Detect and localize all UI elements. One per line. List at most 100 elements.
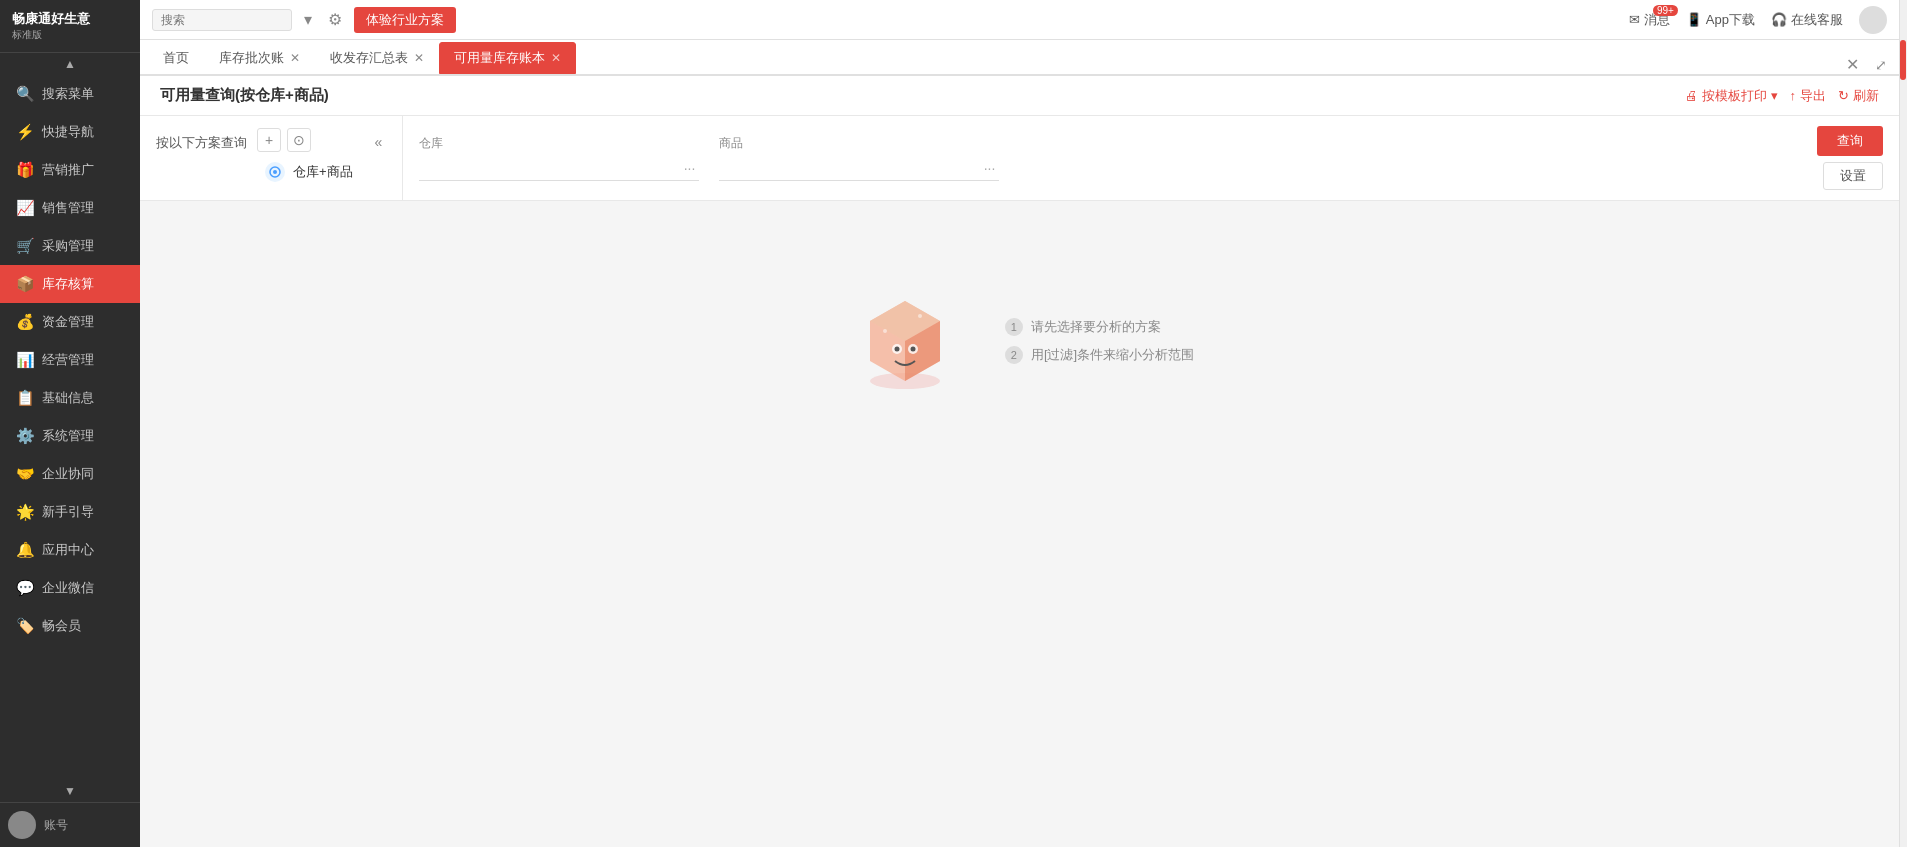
user-avatar[interactable] [1859,6,1887,34]
filter-settings-btn[interactable]: 设置 [1823,162,1883,190]
tab-receipt-summary[interactable]: 收发存汇总表 ✕ [315,42,439,74]
sidebar-item-sales[interactable]: 📈销售管理 [0,189,140,227]
empty-tip-1: 1 请先选择要分析的方案 [1005,318,1194,336]
tab-batch-ledger-close[interactable]: ✕ [290,52,300,64]
sidebar-item-inventory[interactable]: 📦库存核算 [0,265,140,303]
scheme-settings-btn[interactable]: ⊙ [287,128,311,152]
sidebar-label-finance: 资金管理 [42,313,94,331]
main-area: ▾ ⚙ 体验行业方案 ✉ 消息 99+ 📱 App下载 🎧 在线客服 首页 [140,0,1899,847]
sidebar-item-appstore[interactable]: 🔔应用中心 [0,531,140,569]
tabbar-close-all-btn[interactable]: ✕ [1842,55,1863,74]
empty-content: 1 请先选择要分析的方案 2 用[过滤]条件来缩小分析范围 [845,281,1194,401]
sidebar-item-system[interactable]: ⚙️系统管理 [0,417,140,455]
tab-receipt-summary-label: 收发存汇总表 [330,49,408,67]
tab-batch-ledger[interactable]: 库存批次账 ✕ [204,42,315,74]
empty-tip-2: 2 用[过滤]条件来缩小分析范围 [1005,346,1194,364]
print-btn[interactable]: 🖨 按模板打印 ▾ [1685,87,1778,105]
sidebar-item-member[interactable]: 🏷️畅会员 [0,607,140,645]
sidebar-footer-label: 账号 [44,817,68,834]
tab-home-label: 首页 [163,49,189,67]
headset-icon: 🎧 [1771,12,1787,27]
sidebar-item-wechat[interactable]: 💬企业微信 [0,569,140,607]
sidebar-item-shortcut[interactable]: ⚡ 快捷导航 [0,113,140,151]
sidebar-item-newbie[interactable]: 🌟新手引导 [0,493,140,531]
sidebar-label-member: 畅会员 [42,617,81,635]
sidebar-footer[interactable]: 账号 [0,802,140,847]
sidebar-icon-base: 📋 [16,389,34,407]
sidebar-item-search[interactable]: 🔍搜索菜单 [0,75,140,113]
tip-text-1: 请先选择要分析的方案 [1031,318,1161,336]
sidebar-item-finance[interactable]: 💰资金管理 [0,303,140,341]
brand-tag: 标准版 [12,28,128,42]
product-more-btn[interactable]: ··· [980,160,1000,176]
sidebar-icon-shortcut: ⚡ [16,123,34,141]
query-btn[interactable]: 查询 [1817,126,1883,156]
messages-btn[interactable]: ✉ 消息 99+ [1629,11,1670,29]
svg-point-11 [918,314,922,318]
tabbar: 首页 库存批次账 ✕ 收发存汇总表 ✕ 可用量库存账本 ✕ ✕ ⤢ [140,40,1899,76]
refresh-btn[interactable]: ↻ 刷新 [1838,87,1879,105]
messages-badge: 99+ [1653,5,1678,16]
sidebar-scroll-down[interactable]: ▼ [0,780,140,802]
export-btn[interactable]: ↑ 导出 [1790,87,1827,105]
tab-home[interactable]: 首页 [148,42,204,74]
brand-name: 畅康通好生意 [12,10,128,28]
filter-fields-area: 仓库 ··· 商品 ··· 查询 [403,116,1899,200]
sidebar-item-base[interactable]: 📋基础信息 [0,379,140,417]
sidebar-label-search: 搜索菜单 [42,85,94,103]
export-icon: ↑ [1790,88,1797,103]
warehouse-more-btn[interactable]: ··· [680,160,700,176]
print-label: 按模板打印 [1702,87,1767,105]
tabbar-expand-btn[interactable]: ⤢ [1871,57,1891,73]
scheme-add-btn[interactable]: + [257,128,281,152]
sidebar-label-operation: 经营管理 [42,351,94,369]
scheme-icon [265,162,285,182]
sidebar-scroll-up[interactable]: ▲ [0,53,140,75]
page-actions: 🖨 按模板打印 ▾ ↑ 导出 ↻ 刷新 [1685,87,1880,105]
sidebar-avatar [8,811,36,839]
product-input[interactable] [719,161,975,176]
empty-illustration [845,281,965,401]
topbar-search-input[interactable] [152,9,292,31]
scheme-label: 仓库+商品 [293,163,353,181]
product-field-label: 商品 [719,135,999,152]
warehouse-filter-field: 仓库 ··· [419,135,699,181]
scheme-warehouse-product[interactable]: 仓库+商品 [257,158,361,186]
online-service-btn[interactable]: 🎧 在线客服 [1771,11,1843,29]
sidebar-icon-operation: 📊 [16,351,34,369]
empty-state: 1 请先选择要分析的方案 2 用[过滤]条件来缩小分析范围 [140,201,1899,481]
print-dropdown-icon: ▾ [1771,88,1778,103]
product-filter-field: 商品 ··· [719,135,999,181]
warehouse-input-row: ··· [419,156,699,181]
tip-num-2: 2 [1005,346,1023,364]
phone-icon: 📱 [1686,12,1702,27]
sidebar-label-shortcut: 快捷导航 [42,123,94,141]
tab-receipt-summary-close[interactable]: ✕ [414,52,424,64]
sidebar-header: 畅康通好生意 标准版 [0,0,140,53]
tab-available-ledger-close[interactable]: ✕ [551,52,561,64]
sidebar-label-newbie: 新手引导 [42,503,94,521]
sidebar-label-system: 系统管理 [42,427,94,445]
topbar-settings-btn[interactable]: ⚙ [324,8,346,31]
tip-num-1: 1 [1005,318,1023,336]
industry-btn[interactable]: 体验行业方案 [354,7,456,33]
sidebar-item-operation[interactable]: 📊 经营管理 [0,341,140,379]
collapse-panel-btn[interactable]: « [371,130,387,154]
sidebar-label-purchase: 采购管理 [42,237,94,255]
filter-scheme-panel: 按以下方案查询 + ⊙ 仓库+商品 « [140,116,403,200]
sidebar-item-enterprise[interactable]: 🤝企业协同 [0,455,140,493]
page-header: 可用量查询(按仓库+商品) 🖨 按模板打印 ▾ ↑ 导出 ↻ 刷新 [140,76,1899,116]
print-icon: 🖨 [1685,88,1698,103]
right-scrollbar-thumb[interactable] [1900,40,1906,80]
sidebar-label-wechat: 企业微信 [42,579,94,597]
sidebar-item-marketing[interactable]: 🎁营销推广 [0,151,140,189]
tab-available-ledger[interactable]: 可用量库存账本 ✕ [439,42,576,74]
app-download-btn[interactable]: 📱 App下载 [1686,11,1755,29]
filter-right-actions: 查询 设置 [1817,126,1883,190]
sidebar-icon-appstore: 🔔 [16,541,34,559]
topbar-dropdown-btn[interactable]: ▾ [300,8,316,31]
warehouse-input[interactable] [419,161,675,176]
sidebar-item-purchase[interactable]: 🛒采购管理 [0,227,140,265]
scheme-action-row: + ⊙ [257,128,361,152]
right-scrollbar [1899,0,1907,847]
